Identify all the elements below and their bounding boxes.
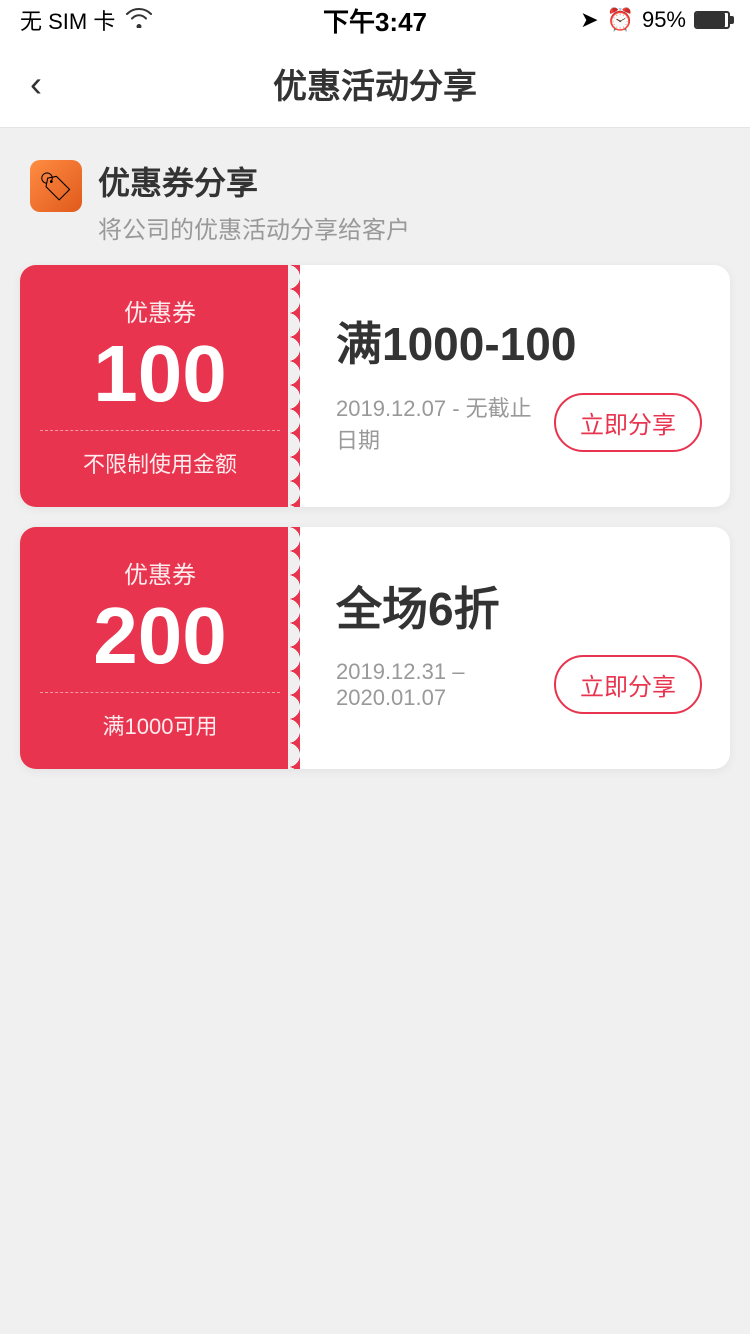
- coupon-card: 优惠券 200 满1000可用 全场6折 2019.12.31 – 2020.0…: [20, 527, 730, 769]
- coupon-divider-line: [40, 692, 280, 693]
- coupon-name: 满1000-100: [336, 317, 702, 372]
- wifi-icon: [125, 6, 153, 34]
- alarm-icon: ⏰: [607, 7, 634, 33]
- coupon-value: 200: [93, 596, 226, 676]
- page-title: 优惠活动分享: [273, 59, 477, 108]
- coupon-white-side: 满1000-100 2019.12.07 - 无截止日期 立即分享: [300, 265, 730, 507]
- coupon-label: 优惠券: [124, 293, 196, 328]
- coupon-bottom-row: 2019.12.31 – 2020.01.07 立即分享: [336, 655, 702, 714]
- coupon-label: 优惠券: [124, 555, 196, 590]
- status-time: 下午3:47: [323, 2, 427, 39]
- coupon-list: 优惠券 100 不限制使用金额 满1000-100 2019.12.07 - 无…: [0, 265, 750, 789]
- section-icon: 🏷: [30, 160, 82, 212]
- status-left: 无 SIM 卡: [20, 4, 153, 36]
- section-subtitle: 将公司的优惠活动分享给客户: [98, 210, 410, 245]
- status-bar: 无 SIM 卡 下午3:47 ➤ ⏰ 95%: [0, 0, 750, 40]
- coupon-card: 优惠券 100 不限制使用金额 满1000-100 2019.12.07 - 无…: [20, 265, 730, 507]
- section-text-group: 优惠券分享 将公司的优惠活动分享给客户: [98, 158, 410, 245]
- coupon-white-side: 全场6折 2019.12.31 – 2020.01.07 立即分享: [300, 527, 730, 769]
- coupon-date: 2019.12.07 - 无截止日期: [336, 391, 544, 455]
- nav-bar: ‹ 优惠活动分享: [0, 40, 750, 128]
- coupon-condition: 满1000可用: [103, 709, 218, 741]
- status-right: ➤ ⏰ 95%: [580, 7, 730, 33]
- battery-icon: [694, 11, 730, 29]
- carrier-text: 无 SIM 卡: [20, 4, 115, 36]
- coupon-red-side: 优惠券 100 不限制使用金额: [20, 265, 300, 507]
- back-button[interactable]: ‹: [30, 63, 42, 105]
- coupon-value: 100: [93, 334, 226, 414]
- section-header: 🏷 优惠券分享 将公司的优惠活动分享给客户: [0, 128, 750, 265]
- share-button[interactable]: 立即分享: [554, 393, 702, 452]
- battery-percent: 95%: [642, 7, 686, 33]
- coupon-condition: 不限制使用金额: [83, 447, 237, 479]
- coupon-red-side: 优惠券 200 满1000可用: [20, 527, 300, 769]
- coupon-bottom-row: 2019.12.07 - 无截止日期 立即分享: [336, 391, 702, 455]
- coupon-name: 全场6折: [336, 582, 702, 637]
- coupon-icon: 🏷: [38, 170, 74, 203]
- coupon-divider-line: [40, 430, 280, 431]
- section-title: 优惠券分享: [98, 158, 410, 204]
- empty-area: [0, 789, 750, 1289]
- coupon-date: 2019.12.31 – 2020.01.07: [336, 659, 544, 711]
- share-button[interactable]: 立即分享: [554, 655, 702, 714]
- location-icon: ➤: [580, 7, 598, 33]
